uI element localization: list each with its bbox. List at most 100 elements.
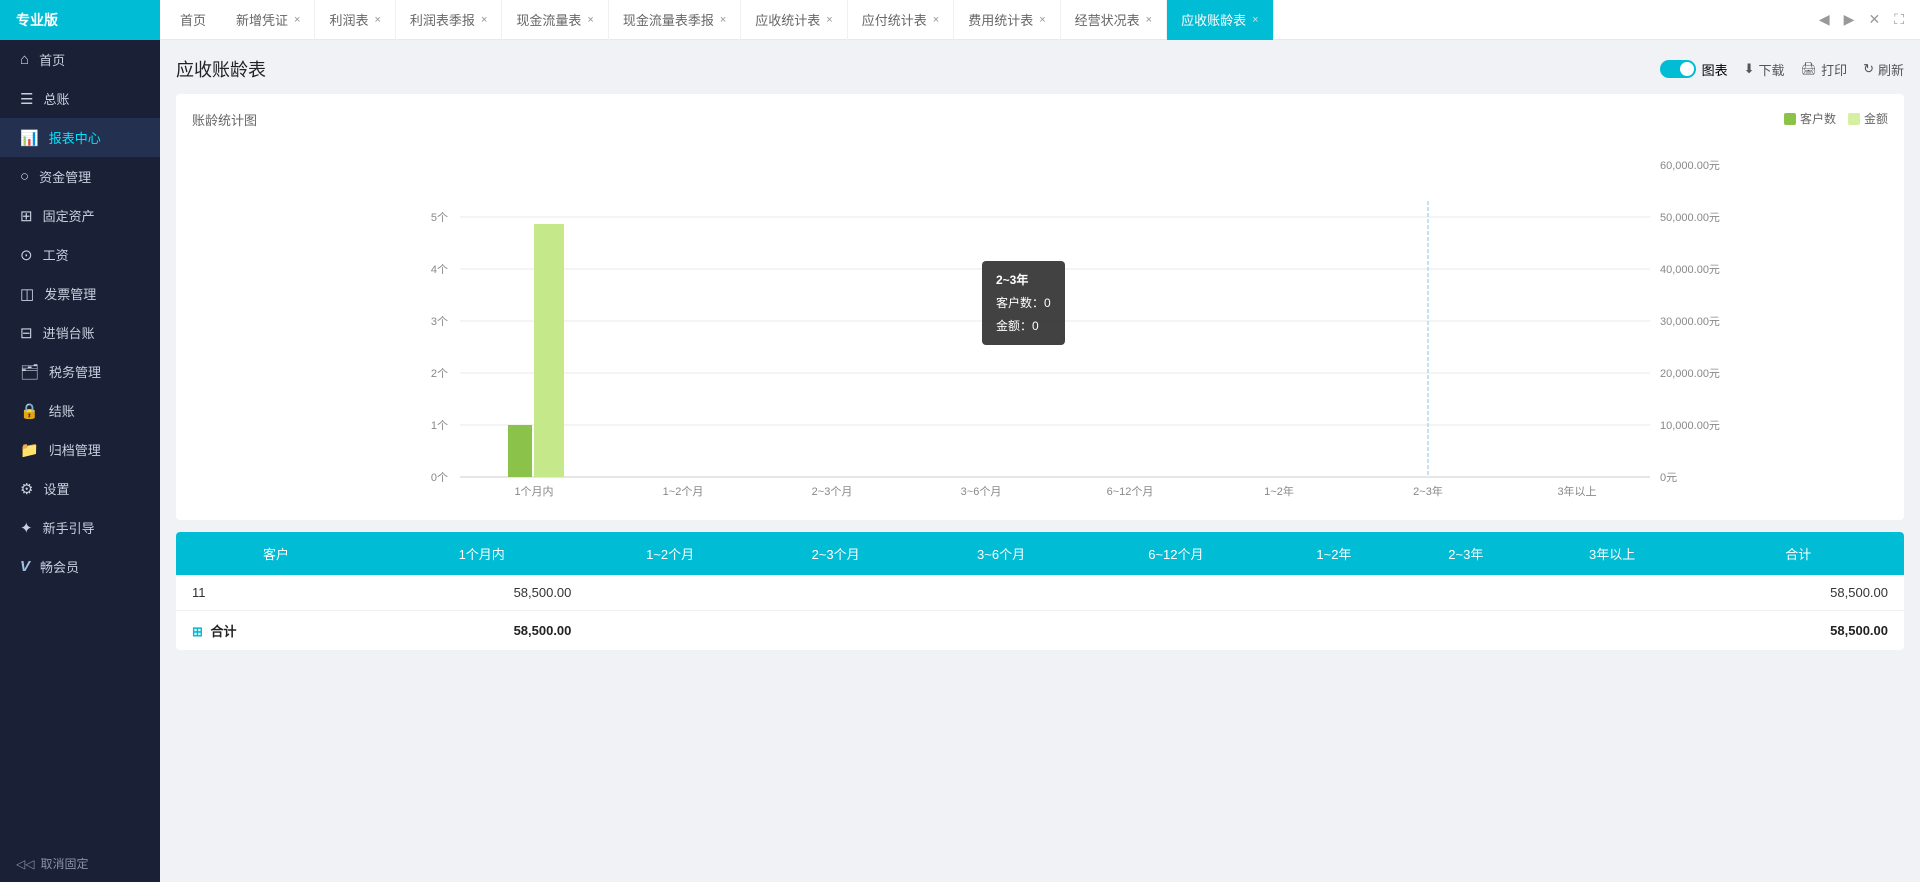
- chart-legend: 客户数 金额: [1784, 110, 1888, 127]
- tab-fullscreen-button[interactable]: ⛶: [1890, 9, 1908, 30]
- chart-container: 账龄统计图 客户数 金额 0个 1个 2个: [176, 94, 1904, 520]
- y-left-2: 2个: [431, 367, 448, 380]
- tab-controls: ◀ ▶ ✕ ⛶: [1807, 9, 1916, 30]
- tab-close-voucher[interactable]: ×: [294, 14, 300, 26]
- sidebar-item-label: 资金管理: [39, 167, 91, 186]
- tab-profit[interactable]: 利润表 ×: [315, 0, 395, 40]
- th-y12: 1~2年: [1268, 532, 1400, 575]
- sidebar-item-label: 归档管理: [49, 440, 101, 459]
- sidebar-item-member[interactable]: V 畅会员: [0, 547, 160, 586]
- total-y12: [1268, 611, 1400, 651]
- chart-toggle[interactable]: [1660, 60, 1696, 78]
- cell-m612-0: [1084, 575, 1268, 611]
- th-m12: 1~2个月: [587, 532, 752, 575]
- sidebar-item-label: 新手引导: [43, 518, 95, 537]
- tab-home[interactable]: 首页: [164, 0, 222, 40]
- sidebar-item-guide[interactable]: ✦ 新手引导: [0, 508, 160, 547]
- sidebar-item-settings[interactable]: ⚙ 设置: [0, 469, 160, 508]
- tab-receivable-stat[interactable]: 应收统计表 ×: [741, 0, 847, 40]
- total-m12: [587, 611, 752, 651]
- tab-cashflow-quarter[interactable]: 现金流量表季报 ×: [609, 0, 741, 40]
- tab-expense-stat[interactable]: 费用统计表 ×: [954, 0, 1060, 40]
- tab-close-expense-stat[interactable]: ×: [1039, 14, 1045, 26]
- member-icon: V: [20, 558, 30, 575]
- home-icon: ⌂: [20, 51, 29, 68]
- y-right-5: 50,000.00元: [1660, 212, 1720, 224]
- sidebar-item-label: 发票管理: [44, 284, 96, 303]
- sidebar-item-label: 税务管理: [49, 362, 101, 381]
- sidebar-item-assets[interactable]: ⊞ 固定资产: [0, 196, 160, 235]
- pin-icon: ◁◁: [16, 857, 34, 871]
- cell-total-0: 58,500.00: [1693, 575, 1905, 611]
- inventory-icon: ⊟: [20, 324, 33, 342]
- total-m612: [1084, 611, 1268, 651]
- tab-close-receivable-stat[interactable]: ×: [826, 14, 832, 26]
- x-label-5: 1~2年: [1264, 484, 1294, 498]
- total-m36: [918, 611, 1083, 651]
- x-label-2: 2~3个月: [812, 485, 853, 498]
- bar-customers-0: [508, 425, 532, 477]
- tab-business-stat[interactable]: 经营状况表 ×: [1061, 0, 1167, 40]
- tax-icon: 🗂: [20, 363, 39, 381]
- tab-close-all-button[interactable]: ✕: [1864, 9, 1884, 30]
- th-total: 合计: [1693, 532, 1905, 575]
- cell-m1-0: 58,500.00: [376, 575, 587, 611]
- x-label-7: 3年以上: [1557, 484, 1596, 498]
- tab-profit-quarter[interactable]: 利润表季报 ×: [396, 0, 502, 40]
- refresh-button[interactable]: ↻ 刷新: [1863, 60, 1904, 79]
- legend-customers: 客户数: [1784, 110, 1836, 127]
- tab-close-business-stat[interactable]: ×: [1146, 14, 1152, 26]
- sidebar-item-ledger[interactable]: ☰ 总账: [0, 79, 160, 118]
- sidebar-item-salary[interactable]: ⊙ 工资: [0, 235, 160, 274]
- sidebar-item-label: 结账: [49, 401, 75, 420]
- sidebar-item-reports[interactable]: 📊 报表中心: [0, 118, 160, 157]
- download-button[interactable]: ⬇ 下载: [1744, 60, 1785, 79]
- tab-bar: 首页 新增凭证 × 利润表 × 利润表季报 × 现金流量表 × 现金流量表季报 …: [160, 0, 1920, 40]
- sidebar-item-inventory[interactable]: ⊟ 进销台账: [0, 313, 160, 352]
- funds-icon: ○: [20, 168, 29, 185]
- sidebar-item-funds[interactable]: ○ 资金管理: [0, 157, 160, 196]
- sidebar-item-invoice[interactable]: ◫ 发票管理: [0, 274, 160, 313]
- chart-area: 0个 1个 2个 3个 4个 5个 0元 10,000.00元 20,000.0…: [192, 141, 1888, 504]
- tab-close-aging[interactable]: ×: [1252, 14, 1258, 26]
- tab-close-profit-quarter[interactable]: ×: [481, 14, 487, 26]
- cell-customer-0: 11: [176, 575, 376, 611]
- tab-close-cashflow-quarter[interactable]: ×: [720, 14, 726, 26]
- tab-prev-button[interactable]: ◀: [1815, 9, 1834, 30]
- tab-payable-stat[interactable]: 应付统计表 ×: [848, 0, 954, 40]
- tab-voucher[interactable]: 新增凭证 ×: [222, 0, 315, 40]
- cell-y3plus-0: [1532, 575, 1693, 611]
- archive-icon: 📁: [20, 441, 39, 459]
- tab-close-cashflow[interactable]: ×: [587, 14, 593, 26]
- settings-icon: ⚙: [20, 480, 33, 498]
- cell-y12-0: [1268, 575, 1400, 611]
- reports-icon: 📊: [20, 129, 39, 147]
- sidebar-item-label: 固定资产: [43, 206, 95, 225]
- tab-cashflow[interactable]: 现金流量表 ×: [502, 0, 608, 40]
- page-actions: 图表 ⬇ 下载 🖨 打印 ↻ 刷新: [1660, 60, 1904, 79]
- table-header-row: 客户 1个月内 1~2个月 2~3个月 3~6个月 6~12个月 1~2年 2~…: [176, 532, 1904, 575]
- chart-svg: 0个 1个 2个 3个 4个 5个 0元 10,000.00元 20,000.0…: [192, 141, 1888, 501]
- bar-amount-0: [534, 224, 564, 477]
- sidebar-item-closing[interactable]: 🔒 结账: [0, 391, 160, 430]
- y-right-2: 20,000.00元: [1660, 368, 1720, 380]
- cell-m23-0: [753, 575, 918, 611]
- th-m612: 6~12个月: [1084, 532, 1268, 575]
- app-logo: 专业版: [0, 0, 160, 40]
- print-button[interactable]: 🖨 打印: [1801, 60, 1848, 79]
- sidebar-footer-toggle[interactable]: ◁◁ 取消固定: [0, 845, 160, 882]
- sidebar-item-label: 畅会员: [40, 557, 79, 576]
- sidebar-item-home[interactable]: ⌂ 首页: [0, 40, 160, 79]
- y-left-5: 5个: [431, 211, 448, 224]
- sidebar-item-tax[interactable]: 🗂 税务管理: [0, 352, 160, 391]
- sidebar-item-archive[interactable]: 📁 归档管理: [0, 430, 160, 469]
- cell-y23-0: [1400, 575, 1532, 611]
- page-title: 应收账龄表: [176, 56, 266, 82]
- aging-table: 客户 1个月内 1~2个月 2~3个月 3~6个月 6~12个月 1~2年 2~…: [176, 532, 1904, 650]
- tab-close-profit[interactable]: ×: [374, 14, 380, 26]
- tab-aging[interactable]: 应收账龄表 ×: [1167, 0, 1273, 40]
- x-label-0: 1个月内: [514, 484, 553, 498]
- tab-next-button[interactable]: ▶: [1840, 9, 1859, 30]
- sidebar-item-label: 设置: [43, 479, 69, 498]
- tab-close-payable-stat[interactable]: ×: [933, 14, 939, 26]
